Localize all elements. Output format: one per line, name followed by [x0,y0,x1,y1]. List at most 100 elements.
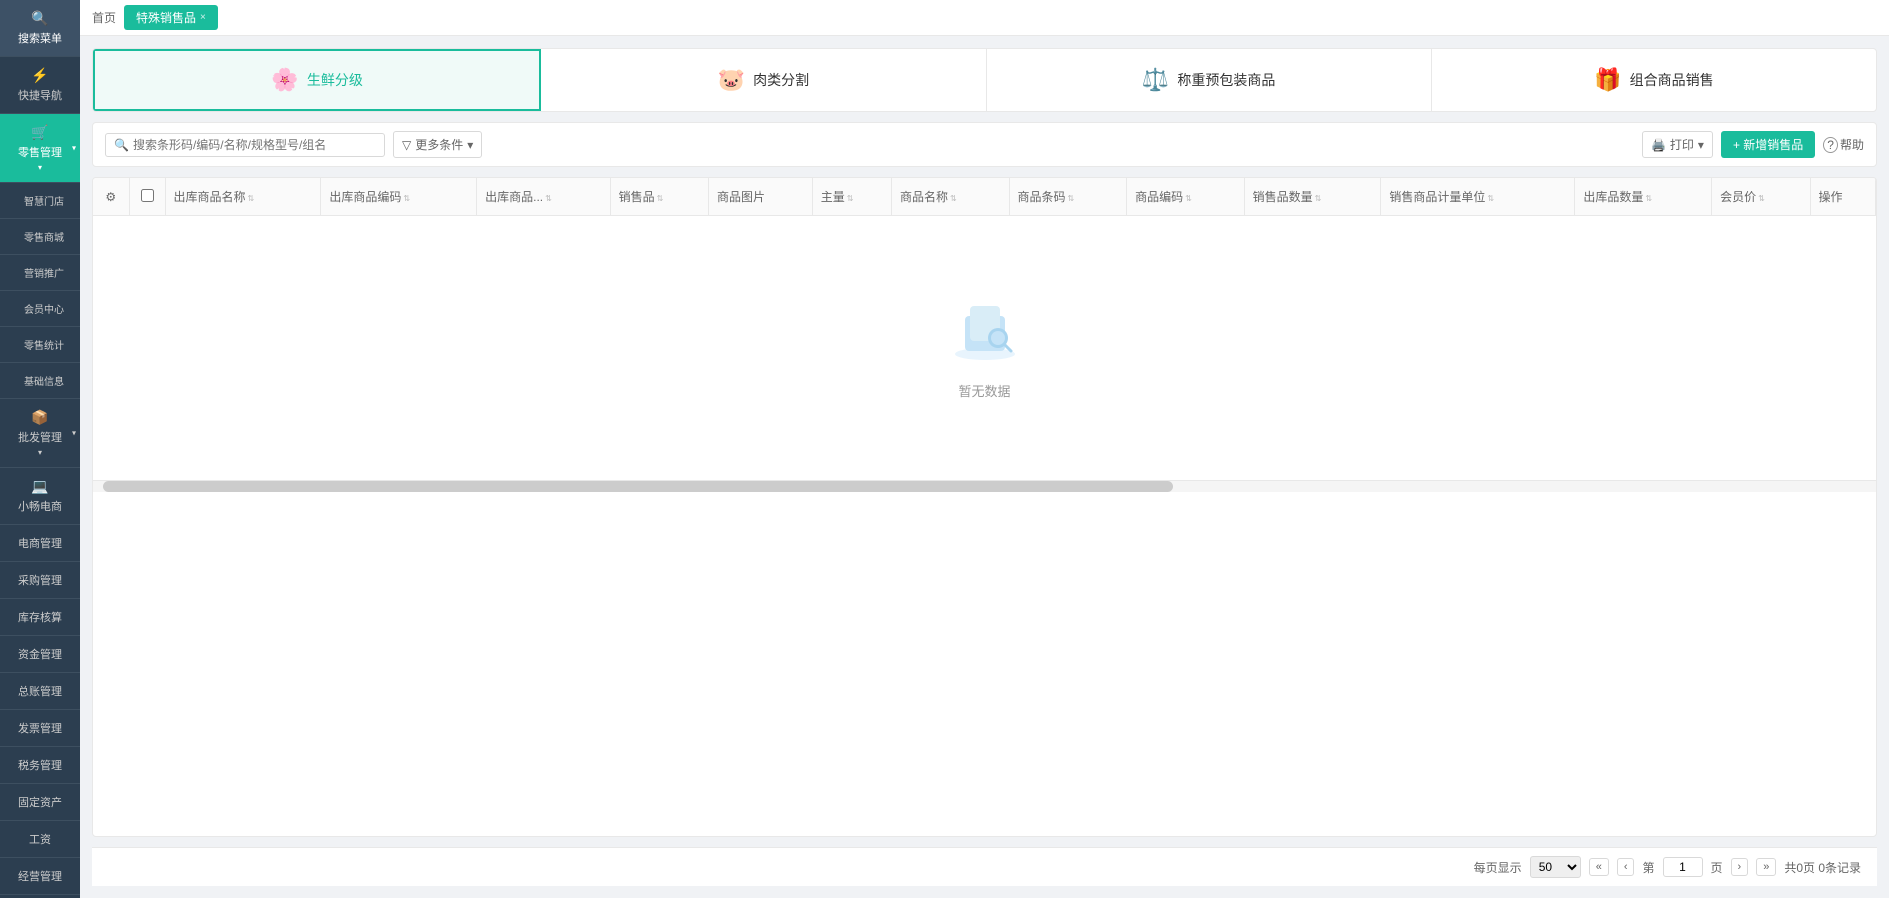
sidebar-retail-stats[interactable]: 零售统计 [0,327,80,363]
col-out-code[interactable]: 出库商品编码⇅ [321,178,477,216]
active-tab-label: 特殊销售品 [136,9,196,26]
search-icon: 🔍 [114,138,129,152]
col-out-qty[interactable]: 出库品数量⇅ [1575,178,1712,216]
sort-icon: ⇅ [248,194,255,203]
print-button[interactable]: 🖨️ 打印 ▾ [1642,131,1713,158]
sidebar-wholesale-mgmt[interactable]: 📦 批发管理 ▾ [0,399,80,468]
sidebar-tax-mgmt[interactable]: 税务管理 [0,747,80,784]
sidebar-finance-mgmt[interactable]: 资金管理 [0,636,80,673]
help-button[interactable]: ? 帮助 [1823,136,1864,153]
select-all-checkbox[interactable] [141,189,154,202]
col-member-price[interactable]: 会员价⇅ [1712,178,1810,216]
print-expand-icon: ▾ [1698,138,1704,152]
prev-page-btn[interactable]: ‹ [1617,858,1635,876]
retail-mgmt-icon: 🛒 [31,124,48,141]
sidebar-inventory[interactable]: 库存核算 [0,599,80,636]
scrollbar-thumb[interactable] [103,481,1173,492]
data-table: ⚙ 出库商品名称⇅ 出库商品编码⇅ 出库商品...⇅ [93,178,1876,216]
empty-state: 暂无数据 [93,216,1876,480]
sidebar-basic-info[interactable]: 基础信息 [0,363,80,399]
col-product-code[interactable]: 商品编码⇅ [1127,178,1245,216]
sidebar-search-menu[interactable]: 🔍 搜索菜单 [0,0,80,57]
sidebar-salary[interactable]: 工资 [0,821,80,858]
sidebar-ecom-mgmt[interactable]: 电商管理 [0,525,80,562]
col-product-name[interactable]: 商品名称⇅ [891,178,1009,216]
sidebar-retail-mgmt[interactable]: 🛒 零售管理 ▾ [0,114,80,183]
sidebar: 🔍 搜索菜单 ⚡ 快捷导航 🛒 零售管理 ▾ 智慧门店 零售商城 营销推广 会员… [0,0,80,898]
meat-cut-label: 肉类分割 [753,70,809,90]
sidebar-ecommerce[interactable]: 💻 小畅电商 [0,468,80,525]
sort-icon: ⇅ [1315,194,1322,203]
next-page-btn[interactable]: › [1731,858,1749,876]
page-label: 第 [1642,859,1654,876]
horizontal-scrollbar[interactable] [93,480,1876,492]
col-main-qty[interactable]: 主量⇅ [812,178,891,216]
sidebar-quick-nav[interactable]: ⚡ 快捷导航 [0,57,80,114]
cat-tab-fresh-grade[interactable]: 🌸 生鲜分级 [93,49,541,111]
empty-icon [945,296,1025,369]
sidebar-fixed-assets[interactable]: 固定资产 [0,784,80,821]
sidebar-invoice-mgmt[interactable]: 发票管理 [0,710,80,747]
col-checkbox[interactable] [129,178,165,216]
gear-col-icon: ⚙ [105,190,116,204]
sort-icon: ⇅ [1185,194,1192,203]
empty-text: 暂无数据 [958,381,1010,400]
col-out-spec[interactable]: 出库商品...⇅ [477,178,611,216]
filter-button[interactable]: ▽ 更多条件 ▾ [393,131,482,158]
col-barcode[interactable]: 商品条码⇅ [1009,178,1127,216]
sort-icon: ⇅ [847,194,854,203]
combo-sales-label: 组合商品销售 [1630,70,1714,90]
page-suffix-label: 页 [1711,859,1723,876]
sort-icon: ⇅ [1645,194,1652,203]
home-breadcrumb[interactable]: 首页 [92,9,116,26]
combo-sales-icon: 🎁 [1594,67,1621,93]
sort-icon: ⇅ [657,194,664,203]
sort-icon: ⇅ [1487,194,1494,203]
data-table-container: ⚙ 出库商品名称⇅ 出库商品编码⇅ 出库商品...⇅ [92,177,1877,837]
sidebar-purchase-mgmt[interactable]: 采购管理 [0,562,80,599]
pagination: 每页显示 50 10 20 100 « ‹ 第 页 › » 共0页 0条记录 [92,847,1877,886]
col-gear[interactable]: ⚙ [93,178,129,216]
cat-tab-weigh-prepack[interactable]: ⚖️ 称重预包装商品 [987,49,1432,111]
col-sale-item[interactable]: 销售品⇅ [610,178,708,216]
help-icon: ? [1823,137,1838,153]
sort-icon: ⇅ [1068,194,1075,203]
add-sale-button[interactable]: + 新增销售品 [1721,131,1815,158]
col-action: 操作 [1810,178,1876,216]
col-sale-qty[interactable]: 销售品数量⇅ [1244,178,1381,216]
main-area: 首页 特殊销售品 × 🌸 生鲜分级 🐷 肉类分割 ⚖️ 称重预包装商品 🎁 组合… [80,0,1889,898]
sidebar-member-center[interactable]: 会员中心 [0,291,80,327]
print-icon: 🖨️ [1651,138,1666,152]
per-page-label: 每页显示 [1474,859,1522,876]
toolbar: 🔍 ▽ 更多条件 ▾ 🖨️ 打印 ▾ + 新增销售品 ? 帮助 [92,122,1877,167]
wholesale-expand-icon: ▾ [38,448,42,457]
weigh-prepack-icon: ⚖️ [1142,67,1169,93]
meat-cut-icon: 🐷 [718,67,745,93]
sidebar-smart-store[interactable]: 智慧门店 [0,183,80,219]
sort-icon: ⇅ [403,194,410,203]
sidebar-ledger-mgmt[interactable]: 总账管理 [0,673,80,710]
search-input[interactable] [133,138,376,152]
page-content: 🌸 生鲜分级 🐷 肉类分割 ⚖️ 称重预包装商品 🎁 组合商品销售 🔍 [80,36,1889,898]
cat-tab-meat-cut[interactable]: 🐷 肉类分割 [541,49,986,111]
sidebar-marketing[interactable]: 营销推广 [0,255,80,291]
col-unit[interactable]: 销售商品计量单位⇅ [1381,178,1575,216]
per-page-select[interactable]: 50 10 20 100 [1530,856,1581,878]
active-tab[interactable]: 特殊销售品 × [124,5,218,30]
col-out-name[interactable]: 出库商品名称⇅ [165,178,321,216]
tab-close-icon[interactable]: × [200,12,206,23]
weigh-prepack-label: 称重预包装商品 [1177,70,1275,90]
page-input[interactable] [1663,857,1703,877]
filter-expand-icon: ▾ [467,138,473,152]
col-product-img: 商品图片 [709,178,813,216]
cat-tab-combo-sales[interactable]: 🎁 组合商品销售 [1432,49,1876,111]
search-box[interactable]: 🔍 [105,133,385,157]
sidebar-biz-mgmt[interactable]: 经营管理 [0,858,80,895]
total-info: 共0页 0条记录 [1784,859,1861,876]
wholesale-icon: 📦 [31,409,48,426]
last-page-btn[interactable]: » [1756,858,1776,876]
fresh-grade-icon: 🌸 [271,67,298,93]
sort-icon: ⇅ [545,194,552,203]
first-page-btn[interactable]: « [1589,858,1609,876]
sidebar-retail-mall[interactable]: 零售商城 [0,219,80,255]
